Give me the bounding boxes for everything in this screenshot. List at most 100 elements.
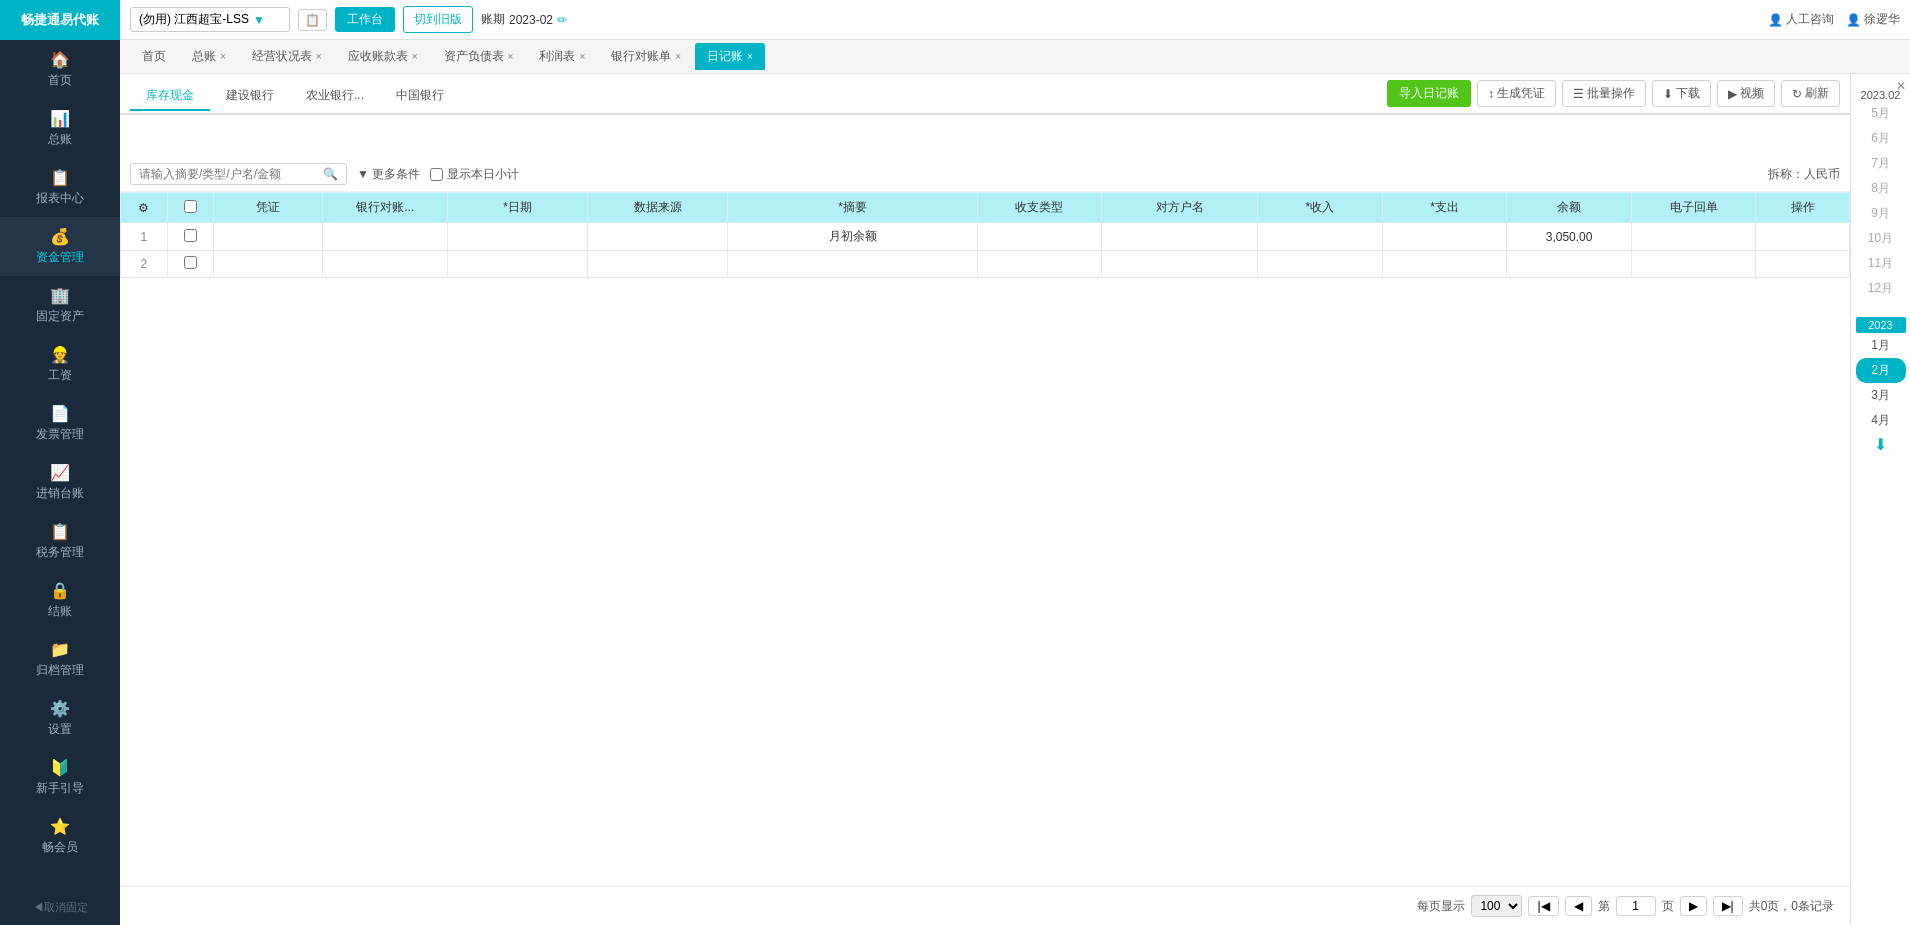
tab-ledger[interactable]: 总账 × bbox=[180, 43, 238, 70]
sidebar-item-label: 工资 bbox=[48, 367, 72, 384]
scroll-down-arrow[interactable]: ⬇ bbox=[1872, 433, 1889, 456]
sidebar-item-finance[interactable]: 💰 资金管理 bbox=[0, 217, 120, 276]
first-page-button[interactable]: |◀ bbox=[1528, 896, 1558, 916]
panel-month-11[interactable]: 11月 bbox=[1856, 251, 1906, 276]
tab-balance-sheet[interactable]: 资产负债表 × bbox=[432, 43, 526, 70]
sidebar-item-tax[interactable]: 📋 税务管理 bbox=[0, 512, 120, 571]
tab-profit[interactable]: 利润表 × bbox=[527, 43, 597, 70]
service-label: 人工咨询 bbox=[1786, 11, 1834, 28]
download-button[interactable]: ⬇ 下载 bbox=[1652, 80, 1711, 107]
refresh-icon: ↻ bbox=[1792, 87, 1802, 101]
panel-month-10[interactable]: 10月 bbox=[1856, 226, 1906, 251]
generate-voucher-button[interactable]: ↕ 生成凭证 bbox=[1477, 80, 1556, 107]
sidebar-item-archive[interactable]: 📁 归档管理 bbox=[0, 630, 120, 689]
page-number-input[interactable] bbox=[1616, 896, 1656, 916]
import-journal-button[interactable]: 导入日记账 bbox=[1387, 80, 1471, 107]
panel-month-2[interactable]: 2月 bbox=[1856, 358, 1906, 383]
video-button[interactable]: ▶ 视频 bbox=[1717, 80, 1775, 107]
search-box[interactable]: 🔍 bbox=[130, 163, 347, 185]
table-container: ⚙ 凭证 银行对账... *日期 数据来源 *摘要 收支类型 对方户名 *收入 bbox=[120, 192, 1850, 886]
copy-button[interactable]: 📋 bbox=[298, 9, 327, 31]
tab-bank-statement-close[interactable]: × bbox=[675, 51, 681, 62]
search-icon[interactable]: 🔍 bbox=[323, 167, 338, 181]
period-edit-icon[interactable]: ✏ bbox=[557, 13, 567, 27]
sidebar-item-fixed-assets[interactable]: 🏢 固定资产 bbox=[0, 276, 120, 335]
per-page-select[interactable]: 100 20 50 200 bbox=[1471, 895, 1522, 917]
sidebar-item-payroll[interactable]: 👷 工资 bbox=[0, 335, 120, 394]
panel-month-4[interactable]: 4月 bbox=[1856, 408, 1906, 433]
sidebar-item-member[interactable]: ⭐ 畅会员 bbox=[0, 807, 120, 866]
sidebar-item-reports[interactable]: 📋 报表中心 bbox=[0, 158, 120, 217]
panel-month-7[interactable]: 7月 bbox=[1856, 151, 1906, 176]
th-settings[interactable]: ⚙ bbox=[121, 193, 168, 223]
workbench-button[interactable]: 工作台 bbox=[335, 7, 395, 32]
company-selector[interactable]: (勿用) 江西超宝-LSS ▼ bbox=[130, 7, 290, 32]
tab-business-close[interactable]: × bbox=[316, 51, 322, 62]
tab-home-label: 首页 bbox=[142, 48, 166, 65]
th-expense: *支出 bbox=[1382, 193, 1507, 223]
total-info: 共0页，0条记录 bbox=[1749, 898, 1834, 915]
right-panel-close-button[interactable]: ✕ bbox=[1896, 79, 1906, 93]
sidebar-item-label: 设置 bbox=[48, 721, 72, 738]
th-income: *收入 bbox=[1258, 193, 1383, 223]
cell-e-receipt bbox=[1631, 223, 1756, 251]
sidebar-item-invoice[interactable]: 📄 发票管理 bbox=[0, 394, 120, 453]
next-page-button[interactable]: ▶ bbox=[1680, 896, 1707, 916]
sidebar-item-ledger[interactable]: 📊 总账 bbox=[0, 99, 120, 158]
sidebar-item-settings[interactable]: ⚙️ 设置 bbox=[0, 689, 120, 748]
prev-page-button[interactable]: ◀ bbox=[1565, 896, 1592, 916]
filter-icon: ▼ bbox=[357, 167, 369, 181]
old-version-button[interactable]: 切到旧版 bbox=[403, 6, 473, 33]
tab-bank-statement[interactable]: 银行对账单 × bbox=[599, 43, 693, 70]
user-menu[interactable]: 👤 徐逻华 bbox=[1846, 11, 1900, 28]
cell-counterpart bbox=[1102, 251, 1258, 278]
refresh-button[interactable]: ↻ 刷新 bbox=[1781, 80, 1840, 107]
sidebar-item-sales[interactable]: 📈 进销台账 bbox=[0, 453, 120, 512]
last-page-button[interactable]: ▶| bbox=[1713, 896, 1743, 916]
search-input[interactable] bbox=[139, 167, 319, 181]
tab-home[interactable]: 首页 bbox=[130, 43, 178, 70]
cell-balance: 3,050.00 bbox=[1507, 223, 1632, 251]
tab-receivable-label: 应收账款表 bbox=[348, 48, 408, 65]
cell-checkbox[interactable] bbox=[167, 251, 214, 278]
th-checkbox[interactable] bbox=[167, 193, 214, 223]
filter-row: 🔍 ▼ 更多条件 显示本日小计 拆称：人民币 bbox=[120, 157, 1850, 192]
cell-bank-match bbox=[323, 223, 448, 251]
journal-table: ⚙ 凭证 银行对账... *日期 数据来源 *摘要 收支类型 对方户名 *收入 bbox=[120, 192, 1850, 278]
select-all-checkbox[interactable] bbox=[184, 200, 197, 213]
batch-op-button[interactable]: ☰ 批量操作 bbox=[1562, 80, 1646, 107]
more-filter-button[interactable]: ▼ 更多条件 bbox=[357, 166, 420, 183]
sub-tab-cash[interactable]: 库存现金 bbox=[130, 82, 210, 111]
tab-profit-close[interactable]: × bbox=[579, 51, 585, 62]
user-service-button[interactable]: 👤 人工咨询 bbox=[1768, 11, 1834, 28]
user-name-label: 徐逻华 bbox=[1864, 11, 1900, 28]
tab-balance-sheet-label: 资产负债表 bbox=[444, 48, 504, 65]
sub-tab-construction-bank[interactable]: 建设银行 bbox=[210, 82, 290, 111]
show-daily-total-checkbox[interactable] bbox=[430, 168, 443, 181]
cell-checkbox[interactable] bbox=[167, 223, 214, 251]
sidebar-item-home[interactable]: 🏠 首页 bbox=[0, 40, 120, 99]
sub-tab-china-bank[interactable]: 中国银行 bbox=[380, 82, 460, 111]
tab-journal[interactable]: 日记账 × bbox=[695, 43, 765, 70]
show-daily-total-label[interactable]: 显示本日小计 bbox=[430, 166, 519, 183]
fixed-assets-icon: 🏢 bbox=[50, 286, 70, 305]
panel-month-3[interactable]: 3月 bbox=[1856, 383, 1906, 408]
sidebar-pin-toggle[interactable]: ◀取消固定 bbox=[0, 890, 120, 925]
sub-tab-agri-bank[interactable]: 农业银行... bbox=[290, 82, 380, 111]
panel-month-12[interactable]: 12月 bbox=[1856, 276, 1906, 301]
sidebar-item-label: 归档管理 bbox=[36, 662, 84, 679]
tab-balance-sheet-close[interactable]: × bbox=[508, 51, 514, 62]
sidebar-item-close[interactable]: 🔒 结账 bbox=[0, 571, 120, 630]
panel-month-8[interactable]: 8月 bbox=[1856, 176, 1906, 201]
tab-business[interactable]: 经营状况表 × bbox=[240, 43, 334, 70]
tab-receivable[interactable]: 应收账款表 × bbox=[336, 43, 430, 70]
panel-month-9[interactable]: 9月 bbox=[1856, 201, 1906, 226]
tab-ledger-close[interactable]: × bbox=[220, 51, 226, 62]
tab-receivable-close[interactable]: × bbox=[412, 51, 418, 62]
panel-month-6[interactable]: 6月 bbox=[1856, 126, 1906, 151]
panel-month-5[interactable]: 5月 bbox=[1856, 101, 1906, 126]
panel-month-1[interactable]: 1月 bbox=[1856, 333, 1906, 358]
tab-journal-close[interactable]: × bbox=[747, 51, 753, 62]
sidebar-item-label: 总账 bbox=[48, 131, 72, 148]
sidebar-item-guide[interactable]: 🔰 新手引导 bbox=[0, 748, 120, 807]
